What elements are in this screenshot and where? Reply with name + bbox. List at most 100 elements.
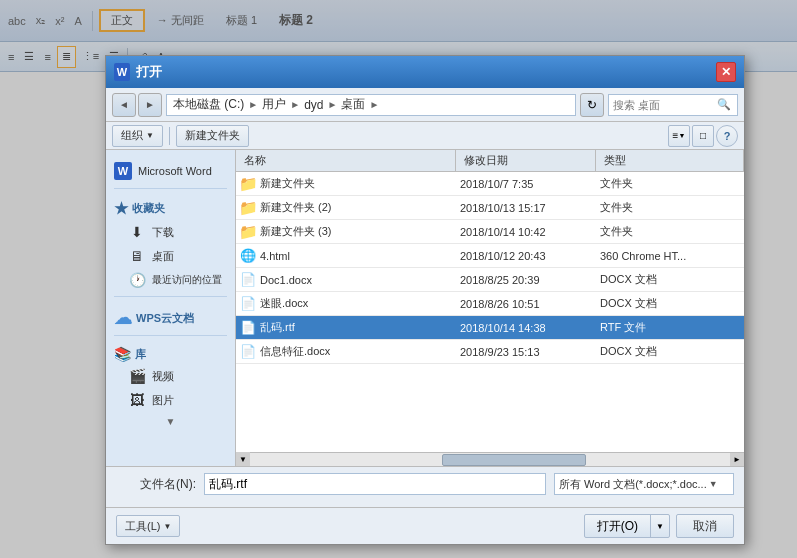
file-date-cell: 2018/10/7 7:35 <box>456 178 596 190</box>
hscroll-track[interactable] <box>250 453 730 467</box>
newfolder-label: 新建文件夹 <box>185 128 240 143</box>
help-icon: ? <box>724 130 731 142</box>
file-row[interactable]: 🌐 4.html 2018/10/12 20:43 360 Chrome HT.… <box>236 244 744 268</box>
addr-user: dyd <box>304 98 323 112</box>
filetype-arrow: ▼ <box>709 479 718 489</box>
open-dropdown-arrow: ▼ <box>656 522 664 531</box>
pictures-icon: 🖼 <box>128 391 146 409</box>
file-type-cell: 360 Chrome HT... <box>596 250 744 262</box>
favorites-group: ★ 收藏夹 <box>106 193 235 220</box>
wps-icon: ☁ <box>114 307 132 329</box>
sidebar-item-video[interactable]: 🎬 视频 <box>106 364 235 388</box>
file-row[interactable]: 📁 新建文件夹 (3) 2018/10/14 10:42 文件夹 <box>236 220 744 244</box>
favorites-label: 收藏夹 <box>132 201 165 216</box>
file-name: 乱码.rtf <box>260 320 295 335</box>
file-row[interactable]: 📁 新建文件夹 (2) 2018/10/13 15:17 文件夹 <box>236 196 744 220</box>
hscroll-thumb[interactable] <box>442 454 586 466</box>
search-box[interactable]: 🔍 <box>608 94 738 116</box>
html-icon: 🌐 <box>240 248 256 264</box>
sidebar-item-pictures[interactable]: 🖼 图片 <box>106 388 235 412</box>
filename-label: 文件名(N): <box>116 476 196 493</box>
filelist-header: 名称 修改日期 类型 <box>236 150 744 172</box>
col-header-date[interactable]: 修改日期 <box>456 150 596 171</box>
file-type-cell: 文件夹 <box>596 200 744 215</box>
dialog-addressbar: ◄ ► 本地磁盘 (C:) ► 用户 ► dyd ► 桌面 ► ↻ 🔍 <box>106 88 744 122</box>
views-button[interactable]: ≡ ▼ <box>668 125 690 147</box>
back-button[interactable]: ◄ <box>112 93 136 117</box>
file-row-selected[interactable]: 📄 乱码.rtf 2018/10/14 14:38 RTF 文件 <box>236 316 744 340</box>
file-date-cell: 2018/8/25 20:39 <box>456 274 596 286</box>
refresh-button[interactable]: ↻ <box>580 93 604 117</box>
file-name-cell: 🌐 4.html <box>236 248 456 264</box>
filename-input[interactable] <box>204 473 546 495</box>
forward-button[interactable]: ► <box>138 93 162 117</box>
col-header-name[interactable]: 名称 <box>236 150 456 171</box>
details-view-button[interactable]: □ <box>692 125 714 147</box>
favorites-icon: ★ <box>114 199 128 218</box>
tools-label: 工具(L) <box>125 519 160 534</box>
folder-icon: 📁 <box>240 200 256 216</box>
dialog-toolbar: 组织 ▼ 新建文件夹 ≡ ▼ □ ? <box>106 122 744 150</box>
organize-label: 组织 <box>121 128 143 143</box>
dialog-body: W Microsoft Word ★ 收藏夹 ⬇ 下载 🖥 桌面 <box>106 150 744 466</box>
sidebar-item-recent[interactable]: 🕐 最近访问的位置 <box>106 268 235 292</box>
recent-label: 最近访问的位置 <box>152 273 222 287</box>
sidebar-div3 <box>114 335 227 336</box>
file-name: Doc1.docx <box>260 274 312 286</box>
file-date-cell: 2018/10/14 14:38 <box>456 322 596 334</box>
file-date-cell: 2018/10/13 15:17 <box>456 202 596 214</box>
file-name: 新建文件夹 (2) <box>260 200 332 215</box>
video-label: 视频 <box>152 369 174 384</box>
scroll-right-button[interactable]: ► <box>730 453 744 467</box>
recent-icon: 🕐 <box>128 271 146 289</box>
address-path[interactable]: 本地磁盘 (C:) ► 用户 ► dyd ► 桌面 ► <box>166 94 576 116</box>
file-name-cell: 📄 Doc1.docx <box>236 272 456 288</box>
file-type-cell: DOCX 文档 <box>596 296 744 311</box>
help-button[interactable]: ? <box>716 125 738 147</box>
desktop-icon: 🖥 <box>128 247 146 265</box>
dtb-sep1 <box>169 127 170 145</box>
cancel-button[interactable]: 取消 <box>676 514 734 538</box>
col-header-type[interactable]: 类型 <box>596 150 744 171</box>
file-row[interactable]: 📁 新建文件夹 2018/10/7 7:35 文件夹 <box>236 172 744 196</box>
file-type-cell: DOCX 文档 <box>596 344 744 359</box>
newfolder-button[interactable]: 新建文件夹 <box>176 125 249 147</box>
organize-button[interactable]: 组织 ▼ <box>112 125 163 147</box>
download-icon: ⬇ <box>128 223 146 241</box>
video-icon: 🎬 <box>128 367 146 385</box>
msword-label: Microsoft Word <box>138 165 212 177</box>
search-icon: 🔍 <box>717 98 731 111</box>
refresh-icon: ↻ <box>587 98 597 112</box>
search-input[interactable] <box>613 99 713 111</box>
pictures-label: 图片 <box>152 393 174 408</box>
file-name-cell: 📄 迷眼.docx <box>236 296 456 312</box>
sidebar-item-desktop[interactable]: 🖥 桌面 <box>106 244 235 268</box>
sidebar-item-downloads[interactable]: ⬇ 下载 <box>106 220 235 244</box>
dialog-word-icon: W <box>114 64 130 80</box>
dialog-actions: 工具(L) ▼ 打开(O) ▼ 取消 <box>106 507 744 544</box>
library-icon: 📚 <box>114 346 131 362</box>
dialog-sidebar: W Microsoft Word ★ 收藏夹 ⬇ 下载 🖥 桌面 <box>106 150 236 466</box>
file-row[interactable]: 📄 信息特征.docx 2018/9/23 15:13 DOCX 文档 <box>236 340 744 364</box>
open-dropdown-button[interactable]: ▼ <box>651 515 669 537</box>
file-row[interactable]: 📄 Doc1.docx 2018/8/25 20:39 DOCX 文档 <box>236 268 744 292</box>
file-type-cell: DOCX 文档 <box>596 272 744 287</box>
horizontal-scrollbar[interactable]: ◄ ► <box>236 452 744 466</box>
sidebar-item-msword[interactable]: W Microsoft Word <box>106 158 235 184</box>
open-button[interactable]: 打开(O) <box>585 515 651 537</box>
addr-desktop: 桌面 <box>341 96 365 113</box>
addr-sep1: ► <box>248 99 258 110</box>
file-name-cell: 📄 信息特征.docx <box>236 344 456 360</box>
filetype-dropdown[interactable]: 所有 Word 文档(*.docx;*.doc... ▼ <box>554 473 734 495</box>
file-list: 名称 修改日期 类型 📁 新建文件夹 2018/10/7 7:35 文件夹 📁 <box>236 150 744 452</box>
file-name-cell: 📁 新建文件夹 (2) <box>236 200 456 216</box>
docx-icon: 📄 <box>240 344 256 360</box>
tools-button[interactable]: 工具(L) ▼ <box>116 515 180 537</box>
file-row[interactable]: 📄 迷眼.docx 2018/8/26 10:51 DOCX 文档 <box>236 292 744 316</box>
dialog-close-button[interactable]: ✕ <box>716 62 736 82</box>
file-name: 4.html <box>260 250 290 262</box>
file-name-cell: 📁 新建文件夹 (3) <box>236 224 456 240</box>
file-name: 新建文件夹 <box>260 176 315 191</box>
sidebar-div1 <box>114 188 227 189</box>
scroll-down-button[interactable]: ▼ <box>236 452 250 466</box>
